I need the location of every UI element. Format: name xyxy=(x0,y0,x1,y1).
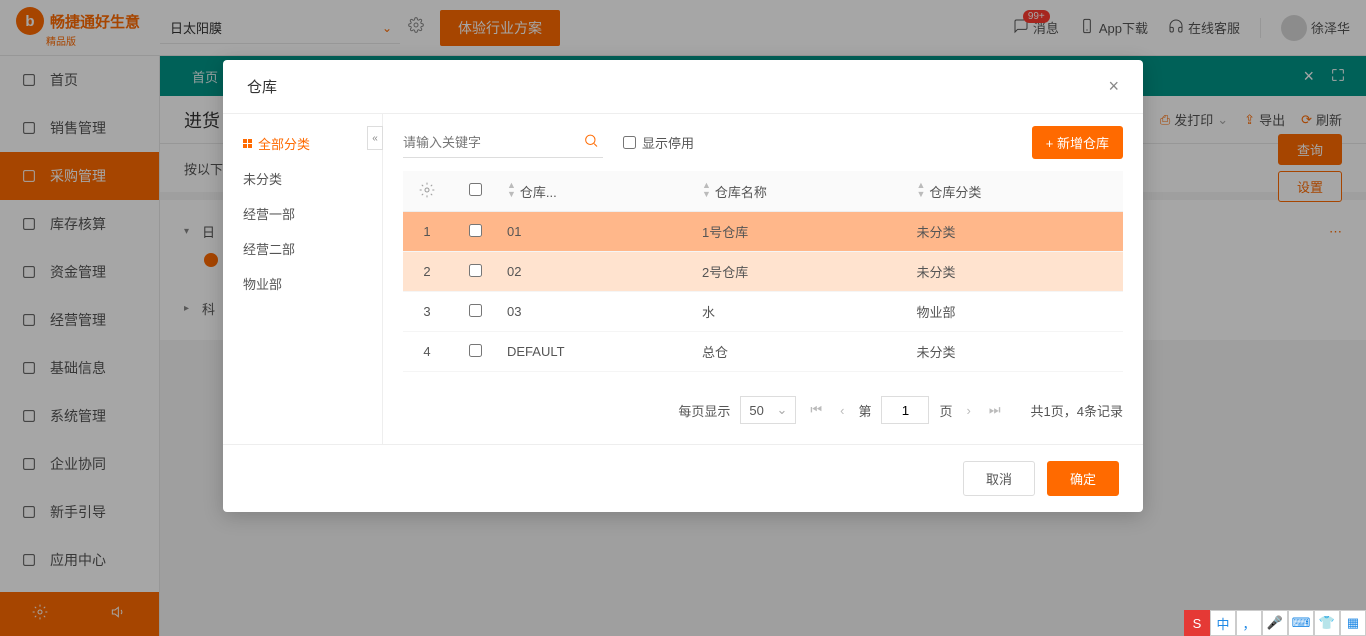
table-row[interactable]: 1 011号仓库未分类 xyxy=(403,212,1123,252)
col-category-label: 仓库分类 xyxy=(929,185,981,200)
sort-icon: ▲▼ xyxy=(702,181,711,199)
cancel-button[interactable]: 取消 xyxy=(963,461,1035,496)
ime-punct-icon[interactable]: ， xyxy=(1236,610,1262,636)
pager-last-icon[interactable]: ⏭ xyxy=(985,402,1005,418)
pager-page-prefix: 第 xyxy=(858,401,871,420)
warehouse-table: ▲▼仓库... ▲▼仓库名称 ▲▼仓库分类 1011号仓库未分类2022号仓库未… xyxy=(403,171,1123,372)
category-all[interactable]: 全部分类 xyxy=(223,126,382,161)
row-category: 未分类 xyxy=(908,212,1123,252)
check-all-input[interactable] xyxy=(469,183,482,196)
ime-s-icon[interactable]: S xyxy=(1184,610,1210,636)
row-code: DEFAULT xyxy=(499,332,694,372)
add-warehouse-button[interactable]: + 新增仓库 xyxy=(1032,126,1123,159)
row-name: 2号仓库 xyxy=(694,252,909,292)
row-index: 4 xyxy=(403,332,451,372)
add-warehouse-label: 新增仓库 xyxy=(1057,136,1109,151)
pager-prev-icon[interactable]: ‹ xyxy=(836,403,848,418)
modal-overlay: 仓库 × « 全部分类 未分类经营一部经营二部物业部 xyxy=(0,0,1366,636)
show-stopped-checkbox[interactable]: 显示停用 xyxy=(623,133,694,152)
show-stopped-input[interactable] xyxy=(623,136,636,149)
ime-skin-icon[interactable]: 👕 xyxy=(1314,610,1340,636)
category-item[interactable]: 经营二部 xyxy=(223,231,382,266)
row-checkbox[interactable] xyxy=(469,304,482,317)
table-header-name[interactable]: ▲▼ 仓库名称 xyxy=(694,171,909,212)
table-header-category[interactable]: ▲▼ 仓库分类 xyxy=(908,171,1123,212)
table-row[interactable]: 2 022号仓库未分类 xyxy=(403,252,1123,292)
table-row[interactable]: 4 DEFAULT总仓未分类 xyxy=(403,332,1123,372)
confirm-button[interactable]: 确定 xyxy=(1047,461,1119,496)
category-item[interactable]: 物业部 xyxy=(223,266,382,301)
pager-page-input[interactable] xyxy=(881,396,929,424)
modal-title: 仓库 xyxy=(247,76,277,97)
row-index: 1 xyxy=(403,212,451,252)
row-code: 01 xyxy=(499,212,694,252)
table-header-code[interactable]: ▲▼ 仓库... xyxy=(499,171,694,212)
row-name: 1号仓库 xyxy=(694,212,909,252)
ime-tray: S 中 ， 🎤 ⌨ 👕 ▦ xyxy=(1184,610,1366,636)
pager: 每页显示 50 ⌄ ⏮ ‹ 第 页 › ⏭ 共1页，4条记录 xyxy=(403,396,1123,424)
row-name: 水 xyxy=(694,292,909,332)
sort-icon: ▲▼ xyxy=(507,181,516,199)
ime-mic-icon[interactable]: 🎤 xyxy=(1262,610,1288,636)
row-code: 03 xyxy=(499,292,694,332)
row-checkbox[interactable] xyxy=(469,224,482,237)
table-row[interactable]: 3 03水物业部 xyxy=(403,292,1123,332)
category-all-label: 全部分类 xyxy=(258,134,310,153)
search-icon[interactable] xyxy=(583,132,599,153)
search-input[interactable] xyxy=(403,128,603,158)
per-page-label: 每页显示 xyxy=(678,401,730,420)
warehouse-modal: 仓库 × « 全部分类 未分类经营一部经营二部物业部 xyxy=(223,60,1143,512)
collapse-left-icon[interactable]: « xyxy=(367,126,383,150)
row-checkbox[interactable] xyxy=(469,344,482,357)
plus-icon: + xyxy=(1046,136,1057,151)
row-index: 2 xyxy=(403,252,451,292)
col-code-label: 仓库... xyxy=(520,185,557,200)
show-stopped-label: 显示停用 xyxy=(642,133,694,152)
row-category: 未分类 xyxy=(908,252,1123,292)
category-panel: « 全部分类 未分类经营一部经营二部物业部 xyxy=(223,114,383,444)
close-icon[interactable]: × xyxy=(1108,76,1119,97)
per-page-value: 50 xyxy=(749,403,763,418)
grid-icon xyxy=(243,139,252,148)
pager-page-suffix: 页 xyxy=(939,401,952,420)
per-page-select[interactable]: 50 ⌄ xyxy=(740,396,796,424)
table-header-gear[interactable] xyxy=(403,171,451,212)
row-category: 未分类 xyxy=(908,332,1123,372)
sort-icon: ▲▼ xyxy=(916,181,925,199)
category-item[interactable]: 未分类 xyxy=(223,161,382,196)
table-header-checkall[interactable] xyxy=(451,171,499,212)
pager-summary: 共1页，4条记录 xyxy=(1031,401,1123,420)
category-item[interactable]: 经营一部 xyxy=(223,196,382,231)
pager-first-icon[interactable]: ⏮ xyxy=(806,402,826,418)
row-index: 3 xyxy=(403,292,451,332)
ime-cn-icon[interactable]: 中 xyxy=(1210,610,1236,636)
chevron-down-icon: ⌄ xyxy=(777,402,788,418)
pager-next-icon[interactable]: › xyxy=(962,403,974,418)
row-category: 物业部 xyxy=(908,292,1123,332)
row-code: 02 xyxy=(499,252,694,292)
col-name-label: 仓库名称 xyxy=(715,185,767,200)
ime-keyboard-icon[interactable]: ⌨ xyxy=(1288,610,1314,636)
row-checkbox[interactable] xyxy=(469,264,482,277)
ime-grid-icon[interactable]: ▦ xyxy=(1340,610,1366,636)
row-name: 总仓 xyxy=(694,332,909,372)
